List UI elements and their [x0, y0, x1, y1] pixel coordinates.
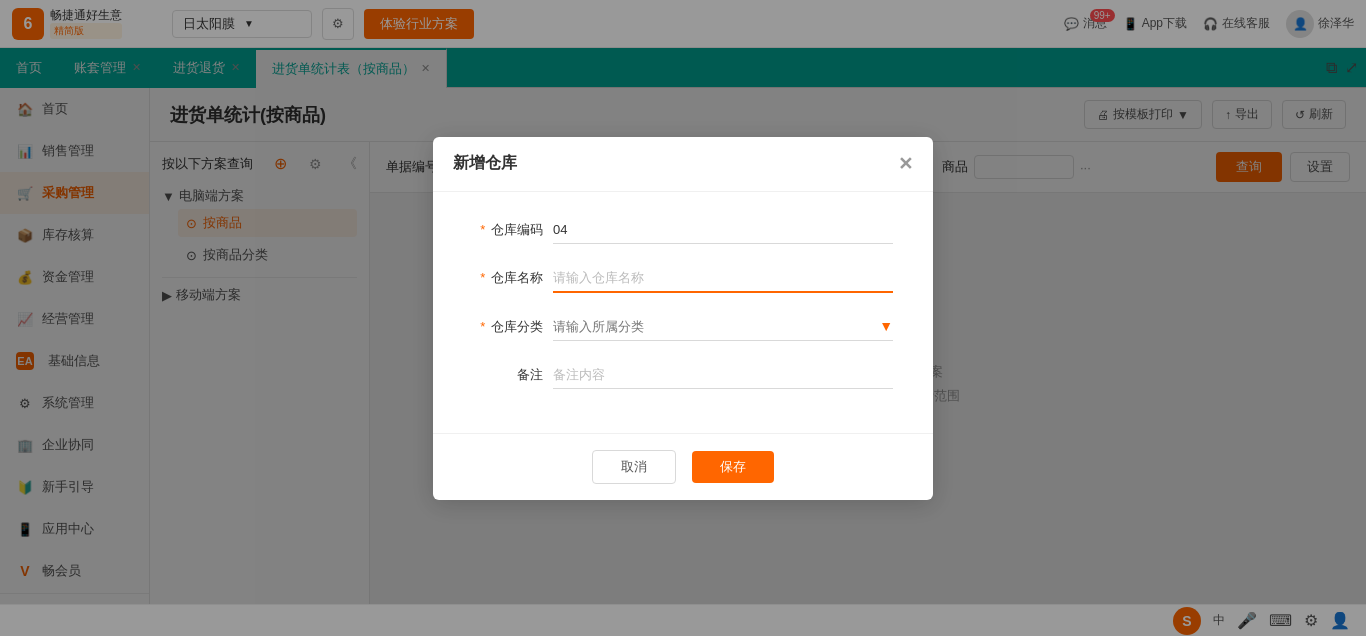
form-row-code: * 仓库编码 [473, 216, 893, 244]
modal-footer: 取消 保存 [433, 433, 933, 500]
code-label: * 仓库编码 [473, 221, 553, 239]
form-row-name: * 仓库名称 [473, 264, 893, 293]
form-row-note: 备注 [473, 361, 893, 389]
modal-overlay: 新增仓库 ✕ * 仓库编码 * 仓库名称 [0, 0, 1366, 636]
modal-title: 新增仓库 [453, 153, 517, 174]
name-label: * 仓库名称 [473, 269, 553, 287]
required-star-code: * [480, 222, 485, 237]
warehouse-name-input[interactable] [553, 264, 893, 293]
category-dropdown-icon[interactable]: ▼ [879, 318, 893, 334]
required-star-category: * [480, 319, 485, 334]
modal-header: 新增仓库 ✕ [433, 137, 933, 192]
form-row-category: * 仓库分类 ▼ [473, 313, 893, 341]
modal-close-button[interactable]: ✕ [898, 153, 913, 175]
warehouse-category-input[interactable] [553, 313, 879, 340]
warehouse-code-input[interactable] [553, 216, 893, 244]
category-label: * 仓库分类 [473, 318, 553, 336]
modal-body: * 仓库编码 * 仓库名称 * 仓库分类 [433, 192, 933, 433]
add-warehouse-modal: 新增仓库 ✕ * 仓库编码 * 仓库名称 [433, 137, 933, 500]
cancel-button[interactable]: 取消 [592, 450, 676, 484]
note-label: 备注 [473, 366, 553, 384]
save-button[interactable]: 保存 [692, 451, 774, 483]
category-select-wrapper: ▼ [553, 313, 893, 341]
required-star-name: * [480, 270, 485, 285]
warehouse-note-input[interactable] [553, 361, 893, 389]
